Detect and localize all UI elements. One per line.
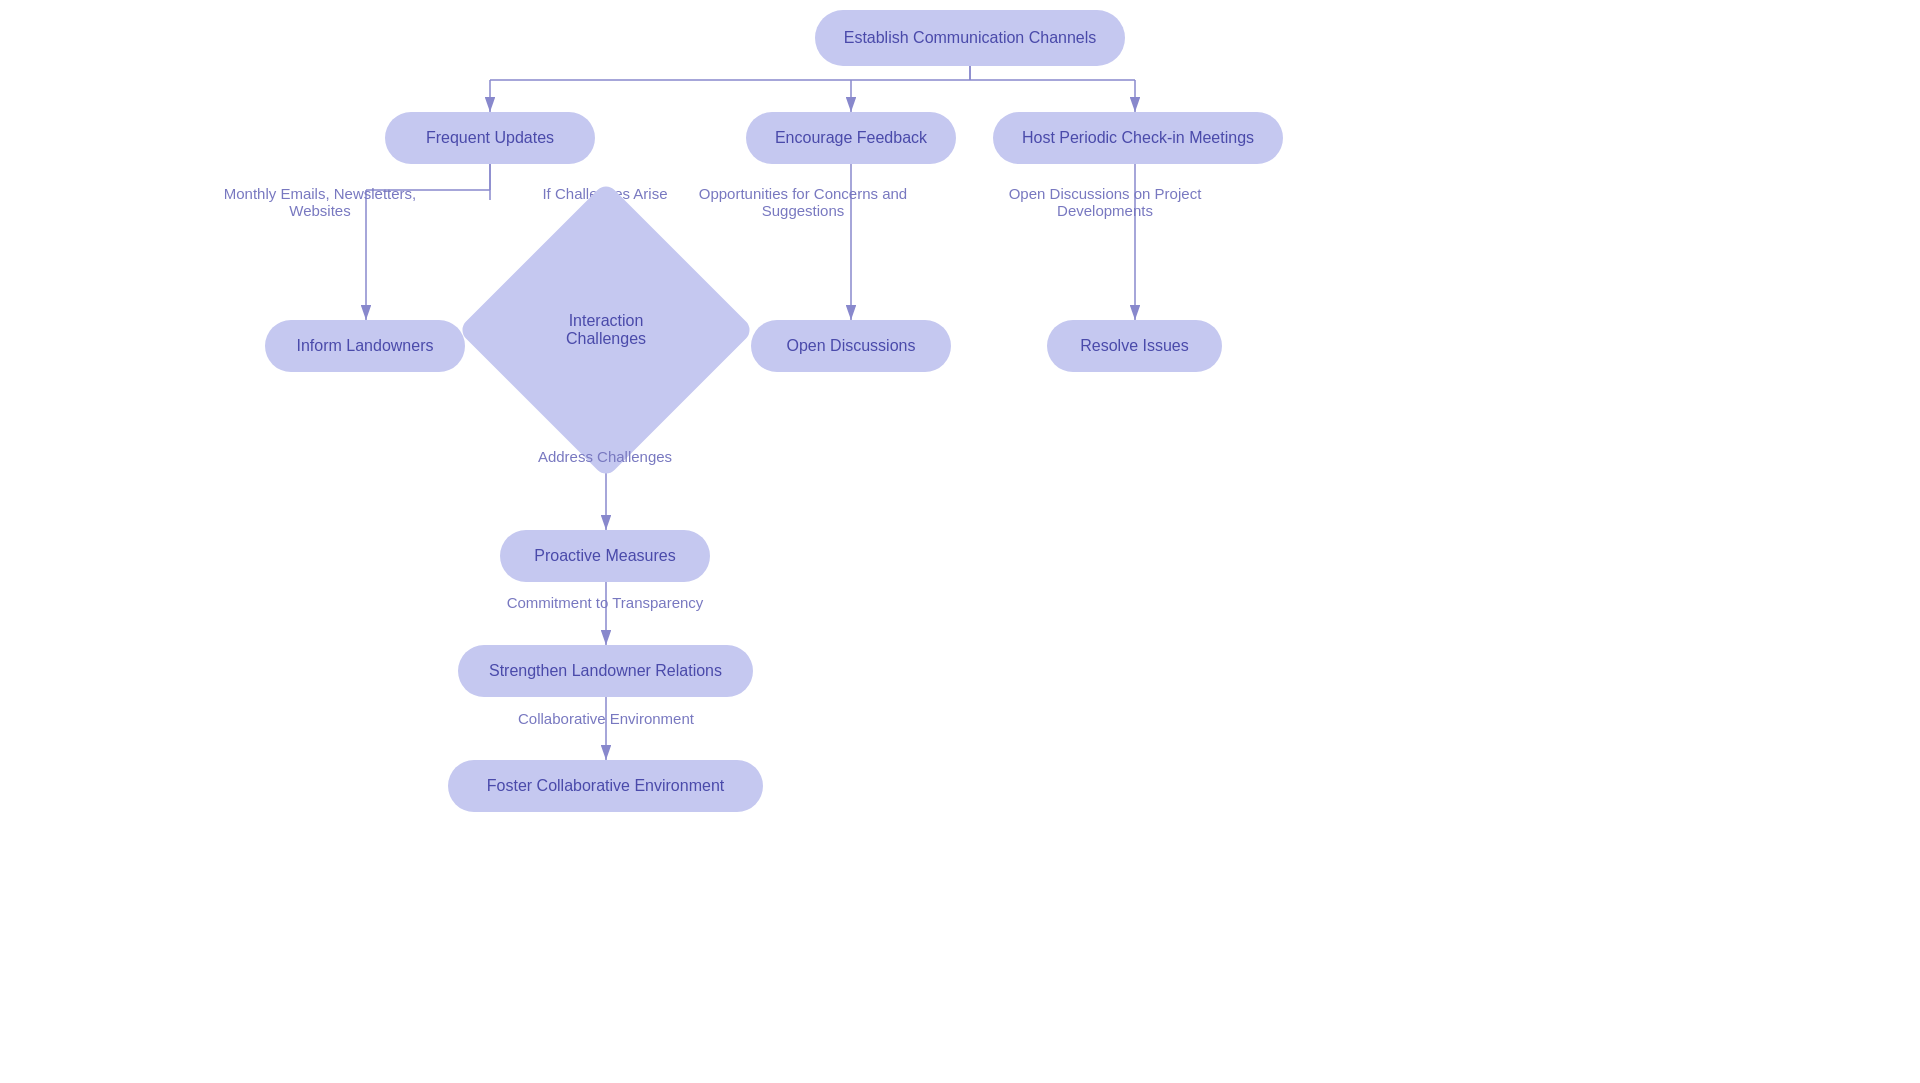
- open-discussions-node: Open Discussions: [751, 320, 951, 372]
- connector-lines: [0, 0, 1920, 1083]
- encourage-feedback-node: Encourage Feedback: [746, 112, 956, 164]
- inform-landowners-node: Inform Landowners: [265, 320, 465, 372]
- establish-communication-node: Establish Communication Channels: [815, 10, 1125, 66]
- commitment-transparency-label: Commitment to Transparency: [470, 594, 740, 611]
- collaborative-env-label: Collaborative Environment: [476, 710, 736, 727]
- host-meetings-node: Host Periodic Check-in Meetings: [993, 112, 1283, 164]
- open-discussions-project-label: Open Discussions on Project Developments: [960, 185, 1250, 219]
- flowchart-diagram: Establish Communication Channels Frequen…: [0, 0, 1920, 1083]
- strengthen-relations-node: Strengthen Landowner Relations: [458, 645, 753, 697]
- proactive-measures-node: Proactive Measures: [500, 530, 710, 582]
- interaction-challenges-node: Interaction Challenges: [500, 224, 712, 436]
- foster-collaborative-node: Foster Collaborative Environment: [448, 760, 763, 812]
- address-challenges-label: Address Challenges: [480, 448, 730, 465]
- frequent-updates-node: Frequent Updates: [385, 112, 595, 164]
- opportunities-label: Opportunities for Concerns and Suggestio…: [658, 185, 948, 219]
- monthly-emails-label: Monthly Emails, Newsletters, Websites: [200, 185, 440, 219]
- resolve-issues-node: Resolve Issues: [1047, 320, 1222, 372]
